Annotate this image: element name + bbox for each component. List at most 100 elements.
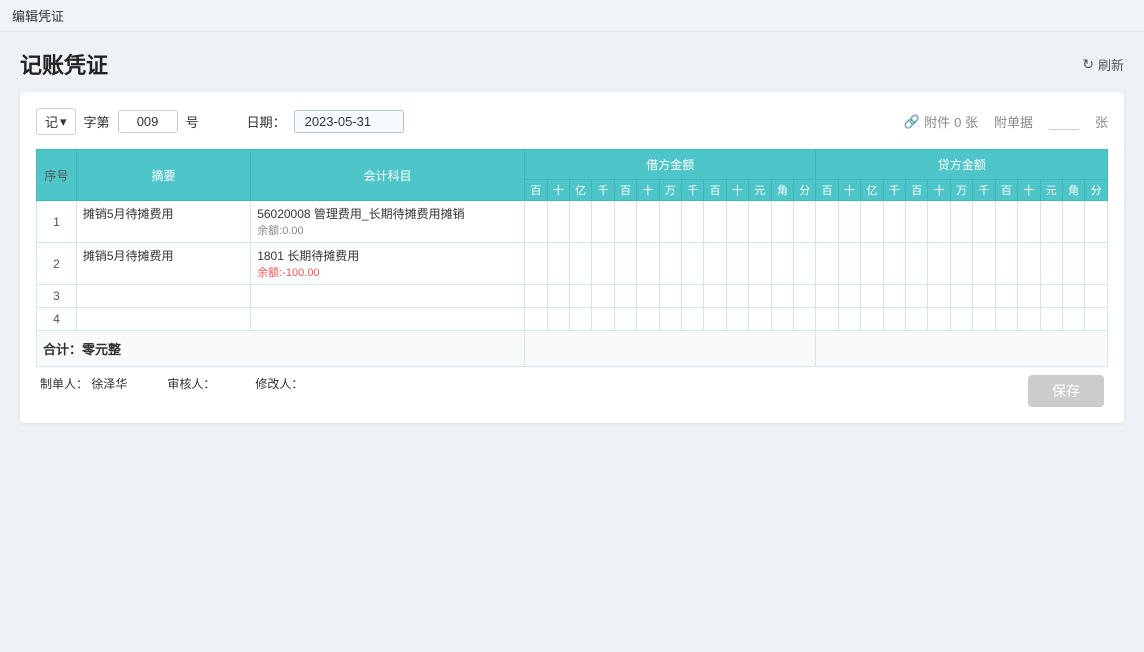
debit-digit-cell[interactable] xyxy=(704,308,726,331)
debit-digit-cell[interactable] xyxy=(659,201,681,243)
voucher-number-input[interactable] xyxy=(118,110,178,133)
account-cell[interactable] xyxy=(251,285,525,308)
credit-digit-cell[interactable] xyxy=(1085,201,1108,243)
credit-digit-cell[interactable] xyxy=(861,285,883,308)
debit-digit-cell[interactable] xyxy=(726,285,748,308)
credit-digit-cell[interactable] xyxy=(928,201,950,243)
debit-digit-cell[interactable] xyxy=(592,308,614,331)
credit-digit-cell[interactable] xyxy=(1018,201,1040,243)
debit-digit-cell[interactable] xyxy=(749,201,771,243)
credit-digit-cell[interactable] xyxy=(928,308,950,331)
debit-digit-cell[interactable] xyxy=(614,308,636,331)
debit-digit-cell[interactable] xyxy=(794,308,816,331)
credit-digit-cell[interactable] xyxy=(1018,243,1040,285)
debit-digit-cell[interactable] xyxy=(569,243,591,285)
debit-digit-cell[interactable] xyxy=(637,201,659,243)
debit-digit-cell[interactable] xyxy=(704,243,726,285)
credit-digit-cell[interactable] xyxy=(1018,308,1040,331)
debit-digit-cell[interactable] xyxy=(592,285,614,308)
credit-digit-cell[interactable] xyxy=(861,243,883,285)
save-button[interactable]: 保存 xyxy=(1028,375,1104,407)
credit-digit-cell[interactable] xyxy=(816,201,838,243)
debit-digit-cell[interactable] xyxy=(682,285,704,308)
debit-digit-cell[interactable] xyxy=(682,201,704,243)
debit-digit-cell[interactable] xyxy=(592,243,614,285)
debit-digit-cell[interactable] xyxy=(569,285,591,308)
debit-digit-cell[interactable] xyxy=(726,308,748,331)
debit-digit-cell[interactable] xyxy=(771,243,793,285)
debit-digit-cell[interactable] xyxy=(771,285,793,308)
debit-digit-cell[interactable] xyxy=(569,201,591,243)
credit-digit-cell[interactable] xyxy=(1040,285,1062,308)
credit-digit-cell[interactable] xyxy=(950,285,972,308)
debit-digit-cell[interactable] xyxy=(659,285,681,308)
debit-digit-cell[interactable] xyxy=(637,308,659,331)
credit-digit-cell[interactable] xyxy=(838,201,860,243)
credit-digit-cell[interactable] xyxy=(1085,308,1108,331)
attachment-link[interactable]: 🔗 附件 0 张 xyxy=(904,112,978,131)
credit-digit-cell[interactable] xyxy=(838,285,860,308)
credit-digit-cell[interactable] xyxy=(883,201,905,243)
credit-digit-cell[interactable] xyxy=(995,308,1017,331)
debit-digit-cell[interactable] xyxy=(794,285,816,308)
debit-digit-cell[interactable] xyxy=(749,285,771,308)
debit-digit-cell[interactable] xyxy=(726,201,748,243)
debit-digit-cell[interactable] xyxy=(547,201,569,243)
debit-digit-cell[interactable] xyxy=(525,308,547,331)
credit-digit-cell[interactable] xyxy=(883,285,905,308)
credit-digit-cell[interactable] xyxy=(973,201,995,243)
credit-digit-cell[interactable] xyxy=(950,308,972,331)
debit-digit-cell[interactable] xyxy=(682,243,704,285)
credit-digit-cell[interactable] xyxy=(861,308,883,331)
credit-digit-cell[interactable] xyxy=(816,243,838,285)
debit-digit-cell[interactable] xyxy=(794,201,816,243)
account-cell[interactable]: 1801 长期待摊费用余额:-100.00 xyxy=(251,243,525,285)
debit-digit-cell[interactable] xyxy=(614,243,636,285)
account-cell[interactable]: 56020008 管理费用_长期待摊费用摊销余额:0.00 xyxy=(251,201,525,243)
credit-digit-cell[interactable] xyxy=(1062,243,1084,285)
credit-digit-cell[interactable] xyxy=(1062,201,1084,243)
credit-digit-cell[interactable] xyxy=(995,201,1017,243)
summary-cell[interactable]: 摊销5月待摊费用 xyxy=(76,243,250,285)
credit-digit-cell[interactable] xyxy=(995,243,1017,285)
debit-digit-cell[interactable] xyxy=(659,243,681,285)
credit-digit-cell[interactable] xyxy=(1062,285,1084,308)
credit-digit-cell[interactable] xyxy=(950,201,972,243)
voucher-type-button[interactable]: 记 ▾ xyxy=(36,108,76,135)
debit-digit-cell[interactable] xyxy=(525,285,547,308)
credit-digit-cell[interactable] xyxy=(838,308,860,331)
debit-digit-cell[interactable] xyxy=(569,308,591,331)
debit-digit-cell[interactable] xyxy=(614,285,636,308)
credit-digit-cell[interactable] xyxy=(1040,201,1062,243)
zhang-input[interactable] xyxy=(1049,114,1079,130)
debit-digit-cell[interactable] xyxy=(547,308,569,331)
account-cell[interactable] xyxy=(251,308,525,331)
credit-digit-cell[interactable] xyxy=(861,201,883,243)
credit-digit-cell[interactable] xyxy=(928,285,950,308)
refresh-button[interactable]: ↻ 刷新 xyxy=(1082,55,1124,74)
debit-digit-cell[interactable] xyxy=(659,308,681,331)
debit-digit-cell[interactable] xyxy=(547,285,569,308)
credit-digit-cell[interactable] xyxy=(1040,243,1062,285)
credit-digit-cell[interactable] xyxy=(973,285,995,308)
credit-digit-cell[interactable] xyxy=(906,285,928,308)
credit-digit-cell[interactable] xyxy=(1040,308,1062,331)
debit-digit-cell[interactable] xyxy=(771,308,793,331)
credit-digit-cell[interactable] xyxy=(883,308,905,331)
credit-digit-cell[interactable] xyxy=(973,308,995,331)
credit-digit-cell[interactable] xyxy=(1085,243,1108,285)
debit-digit-cell[interactable] xyxy=(771,201,793,243)
debit-digit-cell[interactable] xyxy=(547,243,569,285)
debit-digit-cell[interactable] xyxy=(637,285,659,308)
summary-cell[interactable] xyxy=(76,285,250,308)
credit-digit-cell[interactable] xyxy=(995,285,1017,308)
debit-digit-cell[interactable] xyxy=(592,201,614,243)
credit-digit-cell[interactable] xyxy=(883,243,905,285)
debit-digit-cell[interactable] xyxy=(525,201,547,243)
debit-digit-cell[interactable] xyxy=(704,201,726,243)
credit-digit-cell[interactable] xyxy=(950,243,972,285)
credit-digit-cell[interactable] xyxy=(816,285,838,308)
debit-digit-cell[interactable] xyxy=(749,243,771,285)
summary-cell[interactable]: 摊销5月待摊费用 xyxy=(76,201,250,243)
debit-digit-cell[interactable] xyxy=(637,243,659,285)
